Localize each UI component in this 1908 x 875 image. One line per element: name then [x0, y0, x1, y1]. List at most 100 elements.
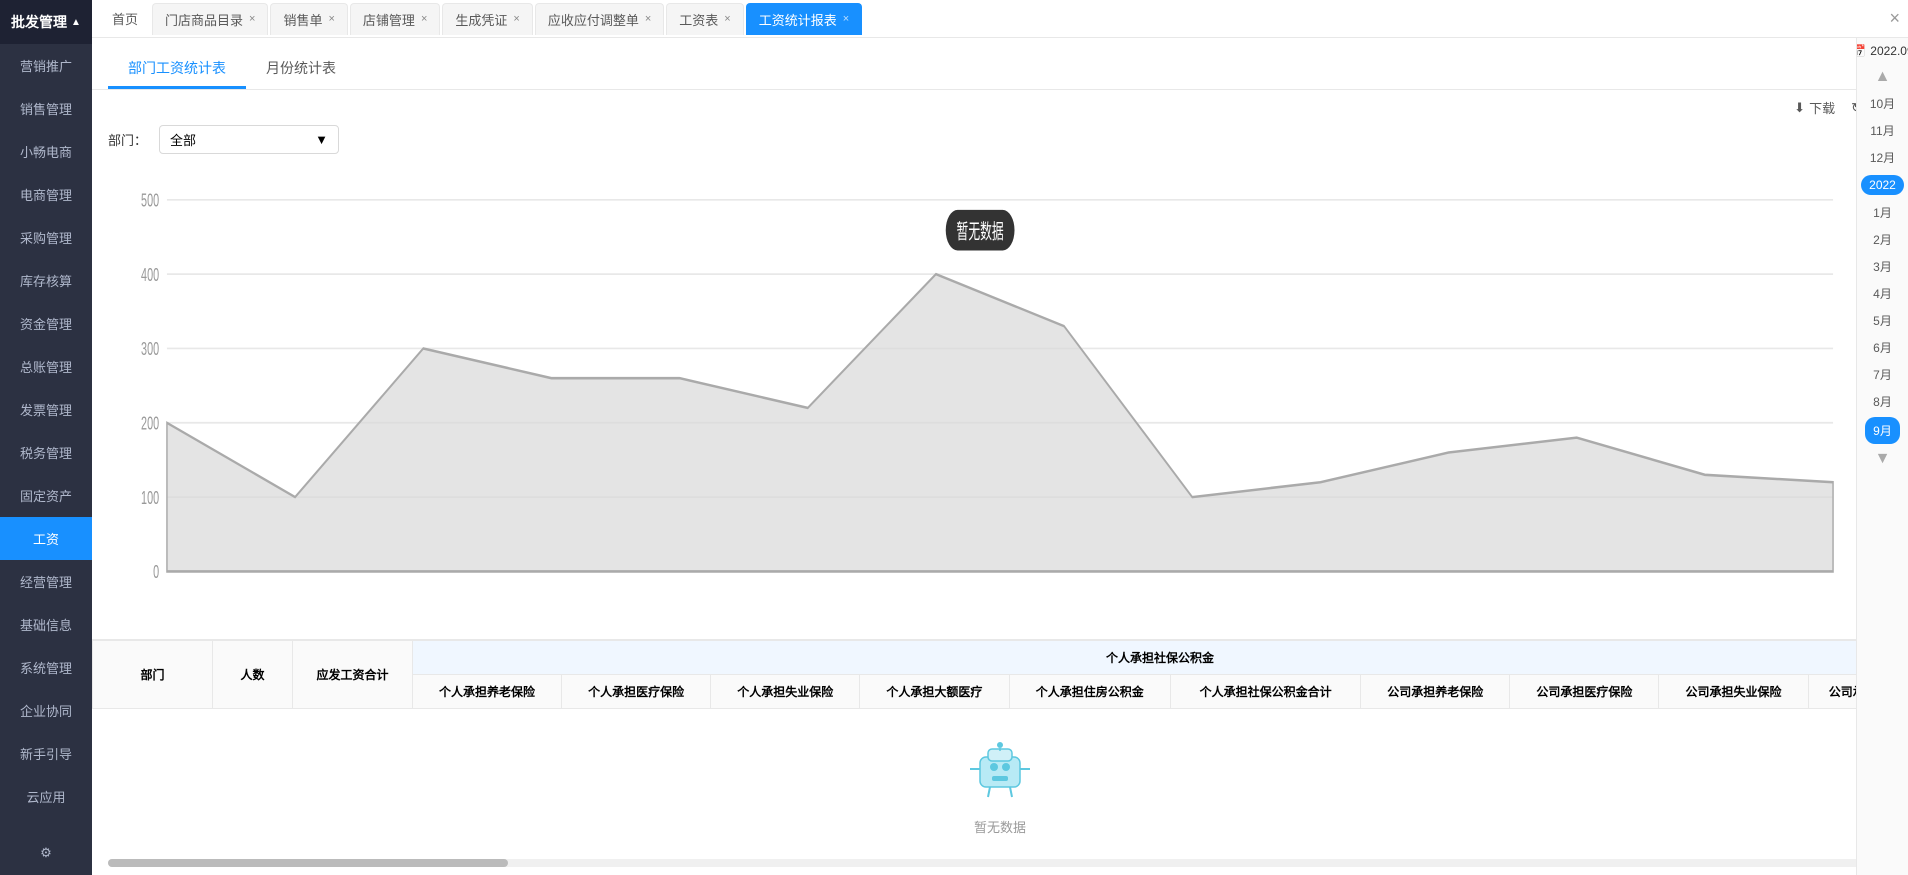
dept-select[interactable]: 全部 ▼	[159, 125, 339, 154]
tab-voucher[interactable]: 生成凭证 ×	[442, 3, 532, 35]
sidebar: 批发管理 ▲ 营销推广销售管理小畅电商电商管理采购管理库存核算资金管理总账管理发…	[0, 0, 92, 875]
tab-close-store[interactable]: ×	[421, 13, 427, 25]
sidebar-item-purchase[interactable]: 采购管理	[0, 216, 92, 259]
calendar-icon: 📅	[1856, 44, 1866, 58]
tab-label-payroll-table: 工资表	[679, 10, 718, 29]
th-sub-公司承担医疗保险: 公司承担医疗保险	[1510, 675, 1659, 709]
tab-close-payroll-report[interactable]: ×	[843, 13, 849, 25]
timeline-panel: 📅 2022.09 ▲ 10月11月12月 2022 1月2月3月4月5月6月7月8…	[1856, 38, 1908, 875]
table-body: 暂无数据	[93, 709, 1908, 857]
sidebar-title: 批发管理	[11, 12, 67, 32]
tab-payroll-report[interactable]: 工资统计报表 ×	[746, 3, 862, 35]
toolbar: ⬇ 下载 ↻ 刷新	[92, 90, 1908, 125]
tab-label-voucher: 生成凭证	[455, 10, 507, 29]
sidebar-item-sales[interactable]: 销售管理	[0, 87, 92, 130]
horizontal-scrollbar[interactable]	[108, 859, 1892, 867]
tab-catalog[interactable]: 门店商品目录 ×	[152, 3, 268, 35]
timeline-date-label: 2022.09	[1870, 44, 1908, 58]
download-label: 下载	[1809, 98, 1835, 117]
empty-state-text: 暂无数据	[974, 817, 1026, 836]
th-dept: 部门	[93, 641, 213, 709]
timeline-month-5[interactable]: 5月	[1861, 307, 1904, 334]
tab-bar: 首页门店商品目录×销售单×店铺管理×生成凭证×应收应付调整单×工资表×工资统计报…	[92, 0, 1908, 38]
dept-filter-label: 部门：	[108, 130, 147, 149]
tab-label-receivable: 应收应付调整单	[548, 10, 639, 29]
tab-payroll-table[interactable]: 工资表 ×	[666, 3, 743, 35]
th-sub-个人承担失业保险: 个人承担失业保险	[711, 675, 860, 709]
timeline-month-3[interactable]: 3月	[1861, 253, 1904, 280]
tab-home[interactable]: 首页	[100, 3, 150, 35]
sidebar-item-ecommerce-small[interactable]: 小畅电商	[0, 130, 92, 173]
th-sub-公司承担失业保险: 公司承担失业保险	[1659, 675, 1808, 709]
timeline-down-arrow[interactable]: ▼	[1871, 446, 1895, 472]
sidebar-item-ecommerce[interactable]: 电商管理	[0, 173, 92, 216]
download-icon: ⬇	[1794, 100, 1805, 116]
data-table: 部门 人数 应发工资合计 个人承担社保公积金 个人承担养老保险个人承担医疗保险个…	[92, 639, 1908, 859]
timeline-year-2022[interactable]: 2022	[1861, 175, 1904, 195]
tab-close-catalog[interactable]: ×	[249, 13, 255, 25]
th-group-personal: 个人承担社保公积金	[413, 641, 1908, 675]
tab-close-payroll-table[interactable]: ×	[724, 13, 730, 25]
chart-area: 5004003002001000暂无数据	[92, 166, 1908, 639]
main-area: 首页门店商品目录×销售单×店铺管理×生成凭证×应收应付调整单×工资表×工资统计报…	[92, 0, 1908, 875]
gear-icon: ⚙	[40, 845, 52, 860]
timeline-month-10[interactable]: 10月	[1861, 90, 1904, 117]
svg-text:0: 0	[153, 562, 159, 583]
scrollbar-thumb[interactable]	[108, 859, 508, 867]
sidebar-item-invoice[interactable]: 发票管理	[0, 388, 92, 431]
table-header: 部门 人数 应发工资合计 个人承担社保公积金 个人承担养老保险个人承担医疗保险个…	[93, 641, 1908, 709]
svg-text:200: 200	[141, 414, 159, 435]
timeline-month-11[interactable]: 11月	[1861, 117, 1904, 144]
sub-tab-month[interactable]: 月份统计表	[246, 50, 356, 89]
sidebar-item-payroll[interactable]: 工资	[0, 517, 92, 560]
th-sub-个人承担住房公积金: 个人承担住房公积金	[1009, 675, 1171, 709]
timeline-month-7[interactable]: 7月	[1861, 361, 1904, 388]
tab-sales-order[interactable]: 销售单×	[270, 3, 347, 35]
sidebar-item-finance[interactable]: 资金管理	[0, 302, 92, 345]
sidebar-item-operations[interactable]: 经营管理	[0, 560, 92, 603]
sidebar-item-system[interactable]: 系统管理	[0, 646, 92, 689]
timeline-up-arrow[interactable]: ▲	[1871, 64, 1895, 90]
sidebar-item-basic[interactable]: 基础信息	[0, 603, 92, 646]
sidebar-item-ledger[interactable]: 总账管理	[0, 345, 92, 388]
th-sub-个人承担医疗保险: 个人承担医疗保险	[562, 675, 711, 709]
tab-store[interactable]: 店铺管理 ×	[350, 3, 440, 35]
tab-close-voucher[interactable]: ×	[513, 13, 519, 25]
sidebar-item-marketing[interactable]: 营销推广	[0, 44, 92, 87]
th-sub-公司承担养老保险: 公司承担养老保险	[1361, 675, 1510, 709]
timeline-month-8[interactable]: 8月	[1861, 388, 1904, 415]
sidebar-item-inventory[interactable]: 库存核算	[0, 259, 92, 302]
tab-close-receivable[interactable]: ×	[645, 13, 651, 25]
settings-button[interactable]: ⚙	[0, 831, 92, 875]
tab-receivable[interactable]: 应收应付调整单 ×	[535, 3, 664, 35]
svg-text:暂无数据: 暂无数据	[957, 220, 1004, 243]
tab-label-payroll-report: 工资统计报表	[759, 10, 837, 29]
sidebar-item-enterprise[interactable]: 企业协同	[0, 689, 92, 732]
sidebar-collapse-icon: ▲	[71, 17, 81, 28]
tab-label-store: 店铺管理	[363, 10, 415, 29]
sidebar-item-tax[interactable]: 税务管理	[0, 431, 92, 474]
timeline-month-6[interactable]: 6月	[1861, 334, 1904, 361]
sidebar-header[interactable]: 批发管理 ▲	[0, 0, 92, 44]
timeline-month-1[interactable]: 1月	[1861, 199, 1904, 226]
timeline-month-4[interactable]: 4月	[1861, 280, 1904, 307]
th-sub-个人承担养老保险: 个人承担养老保险	[413, 675, 562, 709]
sidebar-item-assets[interactable]: 固定资产	[0, 474, 92, 517]
close-all-button[interactable]: ×	[1889, 8, 1900, 29]
content-area: 部门工资统计表月份统计表 ⬇ 下载 ↻ 刷新 部门： 全部 ▼ 50040030…	[92, 38, 1908, 875]
timeline-month-12[interactable]: 12月	[1861, 144, 1904, 171]
timeline-month-9[interactable]: 9月	[1865, 417, 1900, 444]
timeline-month-2[interactable]: 2月	[1861, 226, 1904, 253]
tab-label-home: 首页	[112, 9, 138, 28]
tab-close-sales-order[interactable]: ×	[328, 13, 334, 25]
sidebar-item-guide[interactable]: 新手引导	[0, 732, 92, 775]
download-button[interactable]: ⬇ 下载	[1794, 98, 1835, 117]
filter-row: 部门： 全部 ▼	[92, 125, 1908, 166]
sub-tab-dept[interactable]: 部门工资统计表	[108, 50, 246, 89]
area-chart: 5004003002001000暂无数据	[108, 166, 1892, 639]
th-sub-个人承担社保公积金合计: 个人承担社保公积金合计	[1171, 675, 1361, 709]
tab-label-catalog: 门店商品目录	[165, 10, 243, 29]
sidebar-item-cloud[interactable]: 云应用	[0, 775, 92, 818]
th-total-wage: 应发工资合计	[293, 641, 413, 709]
svg-text:100: 100	[141, 488, 159, 509]
